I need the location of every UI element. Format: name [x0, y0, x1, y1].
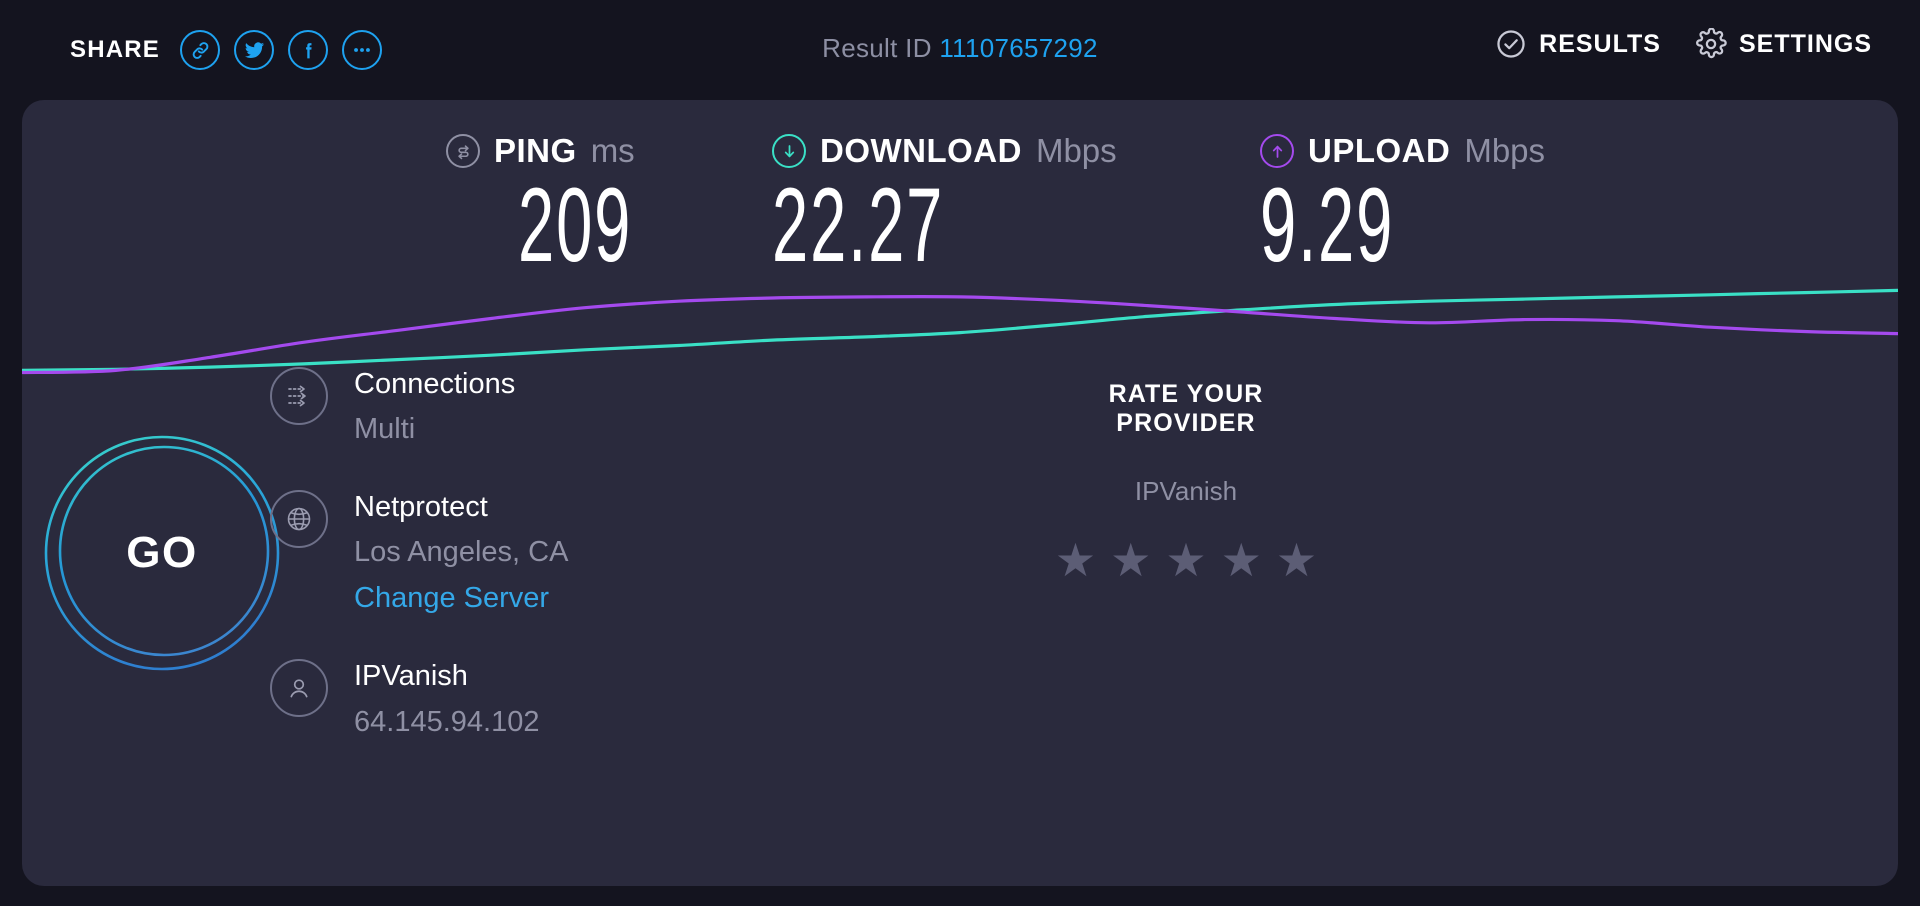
results-button[interactable]: RESULTS [1495, 28, 1661, 60]
detail-connections-text: Connections Multi [354, 365, 515, 450]
rating-star-3[interactable]: ★ [1165, 537, 1206, 583]
result-panel: PING ms 209 DOWNLOAD Mbps 22.27 UPLOAD M… [22, 100, 1898, 886]
download-arrow-icon [772, 134, 806, 168]
detail-isp: IPVanish 64.145.94.102 [270, 657, 910, 742]
details-list: Connections Multi Netprotect Los Angeles… [270, 365, 910, 781]
connections-label: Connections [354, 368, 516, 400]
top-bar: SHARE Result ID 11107657292 RESULTS SETT… [0, 0, 1920, 100]
metric-upload-name: UPLOAD [1308, 132, 1451, 169]
detail-connections: Connections Multi [270, 365, 910, 450]
metric-download-name: DOWNLOAD [820, 132, 1022, 169]
globe-icon [270, 490, 328, 549]
metric-upload-unit: Mbps [1464, 132, 1546, 169]
go-label: GO [126, 528, 198, 577]
gear-icon [1696, 28, 1727, 59]
rating-star-1[interactable]: ★ [1055, 537, 1096, 583]
rate-provider-section: RATE YOUR PROVIDER IPVanish ★ ★ ★ ★ ★ [1036, 380, 1336, 583]
result-id-value[interactable]: 11107657292 [939, 33, 1098, 63]
metric-upload-header: UPLOAD Mbps [1260, 132, 1545, 170]
metric-ping-value: 209 [518, 167, 633, 284]
metric-upload-value: 9.29 [1260, 167, 1395, 284]
go-button[interactable]: GO [42, 433, 282, 673]
rating-star-5[interactable]: ★ [1276, 537, 1317, 583]
metric-download-header: DOWNLOAD Mbps [772, 132, 1117, 170]
upload-arrow-icon [1260, 134, 1294, 168]
metric-download: DOWNLOAD Mbps 22.27 [772, 132, 1117, 279]
connections-icon [270, 367, 328, 425]
metric-upload: UPLOAD Mbps 9.29 [1260, 132, 1545, 279]
metric-ping: PING ms 209 [446, 132, 702, 279]
rate-provider-title: RATE YOUR PROVIDER [1108, 380, 1264, 437]
upload-line [22, 295, 1898, 375]
server-name: Netprotect [354, 491, 488, 524]
result-id-label: Result ID [822, 33, 932, 63]
metric-ping-header: PING ms [446, 132, 702, 170]
metric-ping-name: PING [494, 132, 577, 169]
metric-download-value: 22.27 [772, 167, 945, 284]
rating-star-2[interactable]: ★ [1110, 537, 1151, 583]
rate-provider-name: IPVanish [1134, 476, 1238, 506]
detail-server: Netprotect Los Angeles, CA Change Server [270, 488, 910, 619]
download-line [22, 288, 1898, 372]
detail-server-text: Netprotect Los Angeles, CA Change Server [354, 488, 568, 619]
connections-value: Multi [354, 413, 416, 446]
metric-download-unit: Mbps [1035, 132, 1117, 169]
metric-ping-unit: ms [590, 132, 635, 169]
isp-name: IPVanish [354, 660, 468, 693]
rating-stars[interactable]: ★ ★ ★ ★ ★ [1036, 537, 1336, 583]
settings-label: SETTINGS [1738, 29, 1872, 58]
rating-star-4[interactable]: ★ [1221, 537, 1262, 583]
person-icon [270, 659, 328, 718]
server-location: Los Angeles, CA [354, 536, 569, 569]
ip-address: 64.145.94.102 [354, 705, 540, 738]
top-right-nav: RESULTS SETTINGS [1495, 28, 1872, 60]
change-server-link[interactable]: Change Server [354, 577, 568, 619]
check-circle-icon [1497, 30, 1525, 58]
ping-icon [446, 134, 480, 168]
results-label: RESULTS [1539, 29, 1661, 58]
detail-isp-text: IPVanish 64.145.94.102 [354, 657, 539, 742]
settings-button[interactable]: SETTINGS [1695, 28, 1872, 60]
